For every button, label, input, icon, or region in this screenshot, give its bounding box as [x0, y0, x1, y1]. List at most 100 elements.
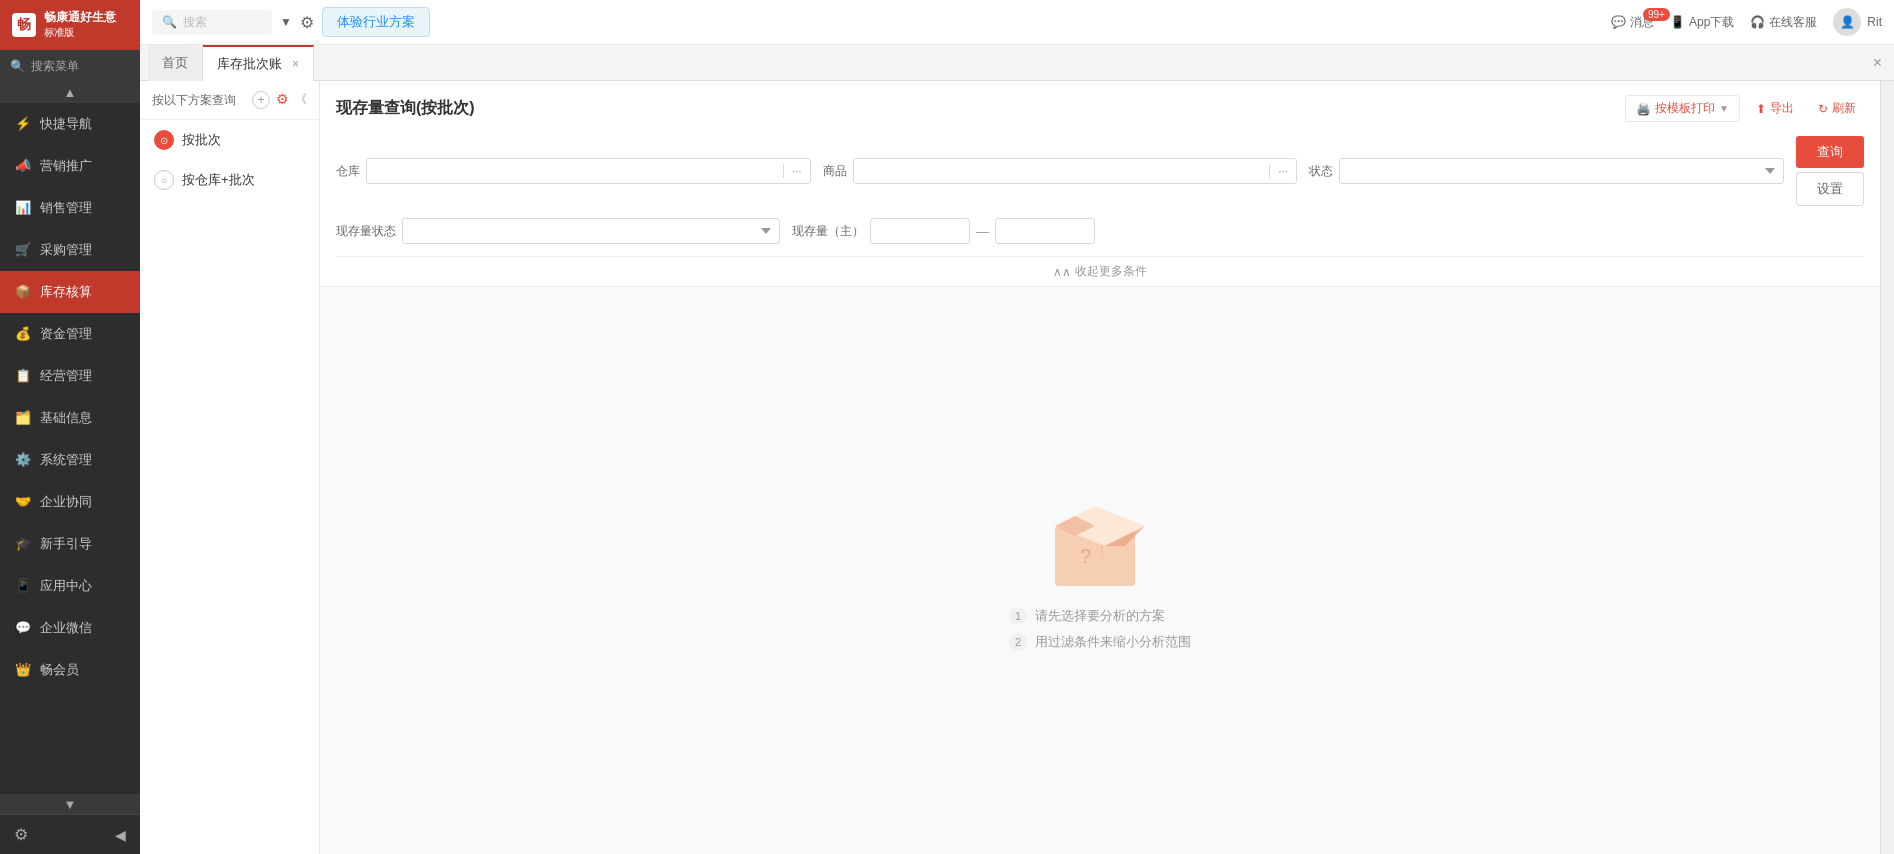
status-label: 状态	[1309, 163, 1333, 180]
add-schema-icon[interactable]: +	[252, 91, 270, 109]
stock-status-select[interactable]	[402, 218, 780, 244]
warehouse-text-input[interactable]	[367, 159, 783, 183]
export-btn[interactable]: ⬆ 导出	[1748, 96, 1802, 121]
sidebar-item-label: 企业协同	[40, 493, 92, 511]
collapse-more-btn[interactable]: ∧∧ 收起更多条件	[336, 256, 1864, 286]
sidebar-item-label: 应用中心	[40, 577, 92, 595]
basic-icon: 🗂️	[14, 409, 32, 427]
schema-inactive-icon: ○	[154, 170, 174, 190]
product-input[interactable]: ···	[853, 158, 1298, 184]
sidebar-item-marketing[interactable]: 📣 营销推广	[0, 145, 140, 187]
empty-illustration: ? !	[1040, 491, 1160, 591]
user-profile[interactable]: 👤 Rit	[1833, 8, 1882, 36]
stock-qty-to-input[interactable]	[995, 218, 1095, 244]
warehouse-more-icon[interactable]: ···	[783, 164, 810, 178]
messages-btn[interactable]: 💬 消息 99+	[1611, 14, 1654, 31]
schema-settings-icon[interactable]: ⚙	[276, 91, 289, 109]
scroll-down-btn[interactable]: ▼	[0, 794, 140, 814]
schema-label: 按仓库+批次	[182, 171, 255, 189]
filter-row-2: 现存量状态 现存量（主） —	[336, 218, 1864, 244]
tab-panel-close-icon[interactable]: ×	[1873, 54, 1882, 72]
refresh-btn[interactable]: ↻ 刷新	[1810, 96, 1864, 121]
print-icon: 🖨️	[1636, 102, 1651, 116]
tab-home[interactable]: 首页	[148, 45, 203, 81]
product-text-input[interactable]	[854, 159, 1270, 183]
schema-item-by-warehouse-batch[interactable]: ○ 按仓库+批次	[140, 160, 319, 200]
sidebar-item-label: 系统管理	[40, 451, 92, 469]
print-btn[interactable]: 🖨️ 按模板打印 ▼	[1625, 95, 1740, 122]
query-btn[interactable]: 查询	[1796, 136, 1864, 168]
sidebar-item-finance[interactable]: 💰 资金管理	[0, 313, 140, 355]
sidebar-item-collab[interactable]: 🤝 企业协同	[0, 481, 140, 523]
settings-btn[interactable]: 设置	[1796, 172, 1864, 206]
product-more-icon[interactable]: ···	[1269, 164, 1296, 178]
status-select[interactable]	[1339, 158, 1784, 184]
hint-item-2: 2 用过滤条件来缩小分析范围	[1009, 633, 1191, 651]
print-dropdown-icon[interactable]: ▼	[1719, 103, 1729, 114]
scroll-up-btn[interactable]: ▲	[0, 83, 140, 103]
collapse-sidebar-icon[interactable]: ◀	[115, 827, 126, 843]
svg-text:?: ?	[1080, 545, 1091, 567]
empty-svg-icon: ? !	[1040, 491, 1160, 591]
stock-qty-from-input[interactable]	[870, 218, 970, 244]
sidebar-item-inventory[interactable]: 📦 库存核算	[0, 271, 140, 313]
sidebar-item-operation[interactable]: 📋 经营管理	[0, 355, 140, 397]
print-label: 按模板打印	[1655, 100, 1715, 117]
topbar-search-placeholder: 搜索	[183, 14, 207, 31]
sidebar-item-sales[interactable]: 📊 销售管理	[0, 187, 140, 229]
sidebar-footer: ⚙ ◀	[0, 814, 140, 854]
sidebar-item-wechat[interactable]: 💬 企业微信	[0, 607, 140, 649]
app-name: 畅康通好生意	[44, 10, 116, 26]
app-download-btn[interactable]: 📱 App下载	[1670, 14, 1734, 31]
sidebar-header: 畅 畅康通好生意 标准版	[0, 0, 140, 50]
sidebar-item-purchase[interactable]: 🛒 采购管理	[0, 229, 140, 271]
content: 按以下方案查询 + ⚙ 《 ⊙ 按批次 ○ 按仓库+批次 现存量查询(	[140, 81, 1894, 854]
app-download-label: App下载	[1689, 14, 1734, 31]
empty-hints: 1 请先选择要分析的方案 2 用过滤条件来缩小分析范围	[1009, 607, 1191, 651]
warehouse-input[interactable]: ···	[366, 158, 811, 184]
member-icon: 👑	[14, 661, 32, 679]
inventory-icon: 📦	[14, 283, 32, 301]
svg-text:!: !	[1100, 543, 1104, 559]
stock-qty-filter-group: 现存量（主） —	[792, 218, 1236, 244]
page-title: 现存量查询(按批次)	[336, 98, 475, 119]
system-icon: ⚙️	[14, 451, 32, 469]
right-scrollbar[interactable]	[1880, 81, 1894, 854]
sidebar-item-basic[interactable]: 🗂️ 基础信息	[0, 397, 140, 439]
query-area: 现存量查询(按批次) 🖨️ 按模板打印 ▼ ⬆ 导出 ↻	[320, 81, 1880, 287]
industry-btn[interactable]: 体验行业方案	[322, 7, 430, 37]
left-panel-actions: + ⚙ 《	[252, 91, 307, 109]
hint-num-2: 2	[1009, 633, 1027, 651]
marketing-icon: 📣	[14, 157, 32, 175]
topbar-settings-icon[interactable]: ⚙	[300, 13, 314, 32]
collab-icon: 🤝	[14, 493, 32, 511]
schema-item-by-batch[interactable]: ⊙ 按批次	[140, 120, 319, 160]
collapse-left-icon[interactable]: 《	[295, 91, 307, 109]
sidebar-item-label: 营销推广	[40, 157, 92, 175]
status-filter-group: 状态	[1309, 158, 1784, 184]
query-title-actions: 🖨️ 按模板打印 ▼ ⬆ 导出 ↻ 刷新	[1625, 95, 1864, 122]
warehouse-label: 仓库	[336, 163, 360, 180]
sidebar-item-quick-nav[interactable]: ⚡ 快捷导航	[0, 103, 140, 145]
tab-inventory-batch[interactable]: 库存批次账 ×	[203, 45, 314, 81]
sidebar-item-newguide[interactable]: 🎓 新手引导	[0, 523, 140, 565]
topbar-search-box[interactable]: 🔍 搜索	[152, 10, 272, 35]
sidebar-item-system[interactable]: ⚙️ 系统管理	[0, 439, 140, 481]
topbar-dropdown[interactable]: ▼	[280, 15, 292, 29]
app-icon: 📱	[1670, 15, 1685, 29]
refresh-label: 刷新	[1832, 100, 1856, 117]
settings-icon[interactable]: ⚙	[14, 825, 28, 844]
operation-icon: 📋	[14, 367, 32, 385]
quick-nav-icon: ⚡	[14, 115, 32, 133]
sidebar: 畅 畅康通好生意 标准版 🔍 搜索菜单 ▲ ⚡ 快捷导航 📣 营销推广 📊 销售…	[0, 0, 140, 854]
online-service-btn[interactable]: 🎧 在线客服	[1750, 14, 1817, 31]
sidebar-item-label: 基础信息	[40, 409, 92, 427]
tab-home-label: 首页	[162, 54, 188, 72]
purchase-icon: 🛒	[14, 241, 32, 259]
sidebar-search[interactable]: 🔍 搜索菜单	[0, 50, 140, 83]
sidebar-item-member[interactable]: 👑 畅会员	[0, 649, 140, 691]
stock-qty-separator: —	[976, 224, 989, 239]
sidebar-item-label: 资金管理	[40, 325, 92, 343]
tab-close-icon[interactable]: ×	[292, 57, 299, 71]
sidebar-item-appcenter[interactable]: 📱 应用中心	[0, 565, 140, 607]
